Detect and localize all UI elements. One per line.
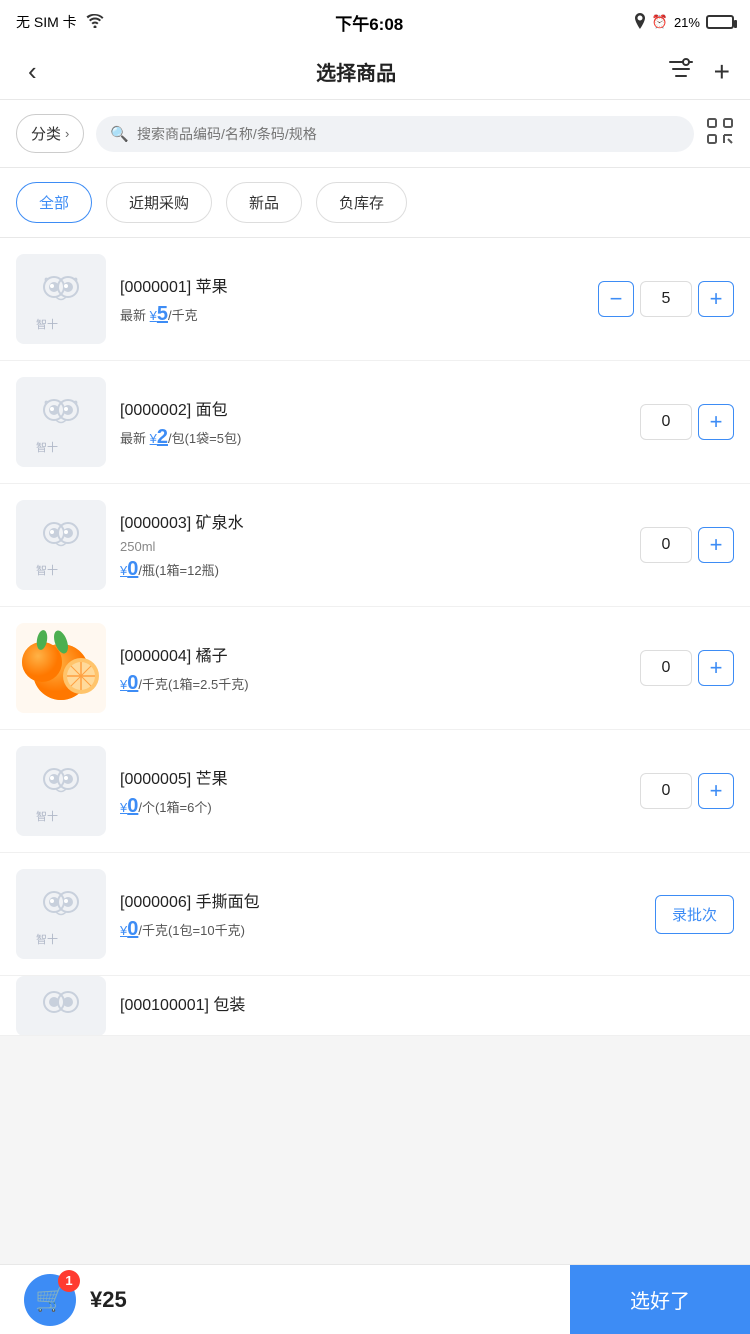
product-image: 智十 (16, 500, 106, 590)
location-icon (634, 13, 646, 32)
product-price: ¥0/千克(1箱=2.5千克) (120, 672, 626, 695)
filter-tabs: 全部 近期采购 新品 负库存 (0, 168, 750, 238)
product-image (16, 623, 106, 713)
tab-recent[interactable]: 近期采购 (106, 182, 212, 223)
cart-total: ¥25 (90, 1287, 127, 1313)
quantity-control: + (640, 404, 734, 440)
cart-badge: 1 (58, 1270, 80, 1292)
status-right: ⏰ 21% (634, 13, 734, 32)
product-info: [0000003] 矿泉水 250ml ¥0/瓶(1箱=12瓶) (120, 509, 626, 581)
product-image: 智十 (16, 377, 106, 467)
tab-new[interactable]: 新品 (226, 182, 302, 223)
product-price: ¥0/千克(1包=10千克) (120, 918, 641, 941)
battery-icon (706, 15, 734, 29)
product-image: 智十 (16, 254, 106, 344)
page-title: 选择商品 (316, 57, 396, 86)
tab-all[interactable]: 全部 (16, 182, 92, 223)
cart-area: 🛒 1 ¥25 (0, 1274, 570, 1326)
status-time: 下午6:08 (335, 10, 403, 35)
product-image: 智十 (16, 746, 106, 836)
product-spec: 250ml (120, 539, 626, 554)
tab-negative-stock[interactable]: 负库存 (316, 182, 407, 223)
increase-button[interactable]: + (698, 281, 734, 317)
product-name: [0000002] 面包 (120, 396, 626, 420)
confirm-button[interactable]: 选好了 (570, 1265, 750, 1334)
product-info: [0000004] 橘子 ¥0/千克(1箱=2.5千克) (120, 642, 626, 695)
increase-button[interactable]: + (698, 773, 734, 809)
search-icon: 🔍 (110, 125, 129, 143)
chevron-right-icon: › (65, 126, 69, 141)
product-name: [000100001] 包装 (120, 991, 734, 1015)
product-info: [0000006] 手撕面包 ¥0/千克(1包=10千克) (120, 888, 641, 941)
quantity-input[interactable] (640, 281, 692, 317)
quantity-control: + (640, 650, 734, 686)
product-name: [0000006] 手撕面包 (120, 888, 641, 912)
table-row: [000100001] 包装 (0, 976, 750, 1036)
product-price: 最新 ¥5/千克 (120, 303, 584, 326)
product-price: ¥0/瓶(1箱=12瓶) (120, 558, 626, 581)
status-bar: 无 SIM 卡 下午6:08 ⏰ 21% (0, 0, 750, 44)
quantity-input[interactable] (640, 650, 692, 686)
table-row: 智十 [0000005] 芒果 ¥0/个(1箱=6个) + (0, 730, 750, 853)
table-row: 智十 [0000002] 面包 最新 ¥2/包(1袋=5包) + (0, 361, 750, 484)
cart-button[interactable]: 🛒 1 (24, 1274, 76, 1326)
search-input[interactable] (137, 126, 680, 142)
product-info: [0000001] 苹果 最新 ¥5/千克 (120, 273, 584, 326)
batch-button[interactable]: 录批次 (655, 895, 734, 934)
quantity-input[interactable] (640, 527, 692, 563)
table-row: 智十 [0000006] 手撕面包 ¥0/千克(1包=10千克) 录批次 (0, 853, 750, 976)
product-name: [0000001] 苹果 (120, 273, 584, 297)
sim-label: 无 SIM 卡 (16, 12, 77, 32)
quantity-control: + (640, 527, 734, 563)
product-list: 智十 [0000001] 苹果 最新 ¥5/千克 − + (0, 238, 750, 1036)
quantity-input[interactable] (640, 773, 692, 809)
product-info: [0000002] 面包 最新 ¥2/包(1袋=5包) (120, 396, 626, 449)
table-row: 智十 [0000003] 矿泉水 250ml ¥0/瓶(1箱=12瓶) + (0, 484, 750, 607)
category-label: 分类 (31, 123, 61, 144)
quantity-control: + (640, 773, 734, 809)
product-image: 智十 (16, 869, 106, 959)
table-row: 智十 [0000001] 苹果 最新 ¥5/千克 − + (0, 238, 750, 361)
increase-button[interactable]: + (698, 404, 734, 440)
increase-button[interactable]: + (698, 527, 734, 563)
wifi-icon (85, 14, 105, 31)
decrease-button[interactable]: − (598, 281, 634, 317)
nav-actions: + (668, 56, 730, 88)
battery-percent: 21% (674, 15, 700, 30)
cart-icon: 🛒 (35, 1285, 65, 1314)
quantity-control: − + (598, 281, 734, 317)
filter-icon[interactable] (668, 58, 694, 86)
bottom-bar: 🛒 1 ¥25 选好了 (0, 1264, 750, 1334)
product-info: [0000005] 芒果 ¥0/个(1箱=6个) (120, 765, 626, 818)
product-name: [0000004] 橘子 (120, 642, 626, 666)
nav-bar: ‹ 选择商品 + (0, 44, 750, 100)
product-name: [0000005] 芒果 (120, 765, 626, 789)
product-info: [000100001] 包装 (120, 991, 734, 1021)
table-row: [0000004] 橘子 ¥0/千克(1箱=2.5千克) + (0, 607, 750, 730)
scan-icon[interactable] (706, 117, 734, 151)
product-image (16, 976, 106, 1036)
category-button[interactable]: 分类 › (16, 114, 84, 153)
product-price: ¥0/个(1箱=6个) (120, 795, 626, 818)
quantity-control: 录批次 (655, 895, 734, 934)
back-button[interactable]: ‹ (20, 48, 45, 95)
alarm-icon: ⏰ (652, 14, 668, 30)
quantity-input[interactable] (640, 404, 692, 440)
status-left: 无 SIM 卡 (16, 12, 105, 32)
search-input-wrap: 🔍 (96, 116, 694, 152)
increase-button[interactable]: + (698, 650, 734, 686)
add-icon[interactable]: + (714, 56, 730, 88)
product-name: [0000003] 矿泉水 (120, 509, 626, 533)
product-price: 最新 ¥2/包(1袋=5包) (120, 426, 626, 449)
search-section: 分类 › 🔍 (0, 100, 750, 168)
